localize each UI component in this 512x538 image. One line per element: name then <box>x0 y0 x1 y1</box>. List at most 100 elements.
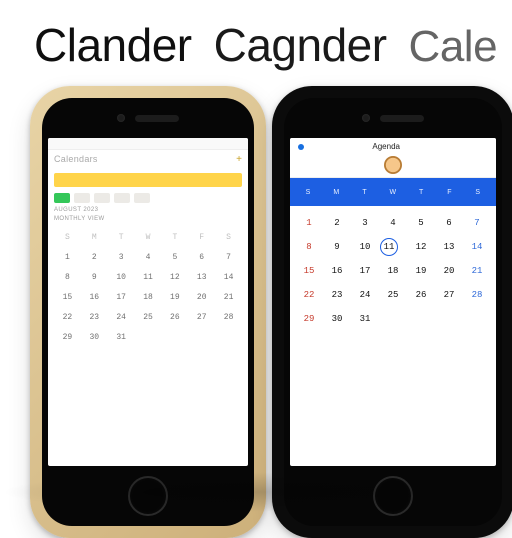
calendar-cell[interactable]: 8 <box>296 238 322 256</box>
calendar-cell[interactable]: 22 <box>296 286 322 304</box>
calendar-cell[interactable] <box>163 329 186 345</box>
calendar-cell[interactable]: 21 <box>217 289 240 305</box>
calendar-cell[interactable] <box>190 329 213 345</box>
weekday-label: T <box>163 229 186 245</box>
calendar-cell[interactable]: 31 <box>352 310 378 328</box>
calendar-cell[interactable]: 7 <box>464 214 490 232</box>
calendar-cell[interactable]: 31 <box>110 329 133 345</box>
calendar-cell[interactable]: 3 <box>110 249 133 265</box>
calendar-cell[interactable] <box>464 310 490 328</box>
calendar-cell[interactable]: 15 <box>296 262 322 280</box>
headline-word-1: Clander <box>34 18 192 72</box>
weekday-band: SMTWTFS <box>290 178 496 206</box>
calendar-cell[interactable]: 10 <box>110 269 133 285</box>
calendar-cell[interactable]: 23 <box>324 286 350 304</box>
calendar-cell[interactable]: 4 <box>137 249 160 265</box>
calendar-cell[interactable]: 20 <box>190 289 213 305</box>
calendar-cell[interactable]: 19 <box>163 289 186 305</box>
calendar-cell[interactable]: 14 <box>217 269 240 285</box>
calendar-cell[interactable]: 21 <box>464 262 490 280</box>
calendar-cell[interactable]: 27 <box>190 309 213 325</box>
calendar-cell[interactable]: 24 <box>110 309 133 325</box>
calendar-cell[interactable]: 17 <box>352 262 378 280</box>
camera-icon <box>362 114 370 122</box>
calendar-cell[interactable]: 2 <box>83 249 106 265</box>
phone-right-bezel: Agenda SMTWTFS 1234567891011121314151617… <box>284 98 502 526</box>
calendar-cell[interactable]: 15 <box>56 289 79 305</box>
avatar[interactable] <box>384 156 402 174</box>
left-subhead-1: AUGUST 2023 <box>48 205 248 214</box>
floor-shadow <box>0 472 512 512</box>
calendar-cell[interactable]: 7 <box>217 249 240 265</box>
segment[interactable] <box>74 193 90 203</box>
calendar-cell[interactable] <box>436 310 462 328</box>
calendar-cell[interactable]: 16 <box>83 289 106 305</box>
calendar-cell[interactable] <box>408 310 434 328</box>
calendar-cell[interactable]: 8 <box>56 269 79 285</box>
segmented-row[interactable] <box>48 191 248 205</box>
phone-right: Agenda SMTWTFS 1234567891011121314151617… <box>272 86 512 538</box>
calendar-cell[interactable]: 1 <box>56 249 79 265</box>
calendar-cell[interactable]: 6 <box>436 214 462 232</box>
calendar-cell[interactable]: 18 <box>380 262 406 280</box>
calendar-cell[interactable]: 10 <box>352 238 378 256</box>
calendar-cell[interactable]: 29 <box>56 329 79 345</box>
calendar-cell[interactable]: 3 <box>352 214 378 232</box>
calendar-cell[interactable]: 29 <box>296 310 322 328</box>
calendar-cell[interactable]: 9 <box>324 238 350 256</box>
calendar-cell[interactable]: 16 <box>324 262 350 280</box>
phone-left-screen[interactable]: Calendars + AUGUST 2023 MONTHLY VIEW SMT… <box>48 138 248 466</box>
calendar-cell[interactable]: 6 <box>190 249 213 265</box>
segment[interactable] <box>114 193 130 203</box>
calendar-cell[interactable]: 13 <box>436 238 462 256</box>
calendar-cell[interactable]: 23 <box>83 309 106 325</box>
calendar-cell[interactable]: 4 <box>380 214 406 232</box>
headline-word-2: Cagnder <box>214 18 387 72</box>
left-header: Calendars + <box>48 150 248 169</box>
calendar-cell[interactable]: 11 <box>380 238 398 256</box>
calendar-cell[interactable]: 20 <box>436 262 462 280</box>
calendar-cell[interactable]: 19 <box>408 262 434 280</box>
calendar-cell[interactable]: 22 <box>56 309 79 325</box>
segment[interactable] <box>134 193 150 203</box>
calendar-cell[interactable]: 18 <box>137 289 160 305</box>
weekday-label: M <box>83 229 106 245</box>
calendar-cell[interactable] <box>380 310 406 328</box>
weekday-label: T <box>409 189 433 196</box>
calendar-cell[interactable]: 12 <box>163 269 186 285</box>
segment-active[interactable] <box>54 193 70 203</box>
calendar-cell[interactable]: 9 <box>83 269 106 285</box>
weekday-label: W <box>137 229 160 245</box>
weekday-label: W <box>381 189 405 196</box>
earpiece-icon <box>380 115 424 122</box>
highlight-bar[interactable] <box>54 173 242 187</box>
plus-icon[interactable]: + <box>236 154 242 165</box>
calendar-cell[interactable]: 5 <box>163 249 186 265</box>
calendar-cell[interactable]: 28 <box>464 286 490 304</box>
calendar-cell[interactable]: 11 <box>137 269 160 285</box>
calendar-cell[interactable]: 1 <box>296 214 322 232</box>
calendar-cell[interactable]: 5 <box>408 214 434 232</box>
calendar-cell[interactable]: 25 <box>137 309 160 325</box>
earpiece-icon <box>135 115 179 122</box>
calendar-cell[interactable]: 30 <box>83 329 106 345</box>
segment[interactable] <box>94 193 110 203</box>
calendar-cell[interactable]: 14 <box>464 238 490 256</box>
calendar-cell[interactable]: 17 <box>110 289 133 305</box>
calendar-cell[interactable]: 13 <box>190 269 213 285</box>
calendar-cell[interactable]: 12 <box>408 238 434 256</box>
calendar-cell[interactable]: 24 <box>352 286 378 304</box>
left-calendar-grid[interactable]: SMTWTFS123456789101112131415161718192021… <box>48 223 248 351</box>
calendar-cell[interactable]: 30 <box>324 310 350 328</box>
right-calendar-grid[interactable]: 1234567891011121314151617181920212223242… <box>290 206 496 336</box>
calendar-cell[interactable]: 25 <box>380 286 406 304</box>
calendar-cell[interactable]: 2 <box>324 214 350 232</box>
calendar-cell[interactable]: 26 <box>408 286 434 304</box>
phone-right-top <box>284 98 502 138</box>
calendar-cell[interactable]: 26 <box>163 309 186 325</box>
calendar-cell[interactable] <box>217 329 240 345</box>
calendar-cell[interactable] <box>137 329 160 345</box>
phone-right-screen[interactable]: Agenda SMTWTFS 1234567891011121314151617… <box>290 138 496 466</box>
calendar-cell[interactable]: 28 <box>217 309 240 325</box>
calendar-cell[interactable]: 27 <box>436 286 462 304</box>
